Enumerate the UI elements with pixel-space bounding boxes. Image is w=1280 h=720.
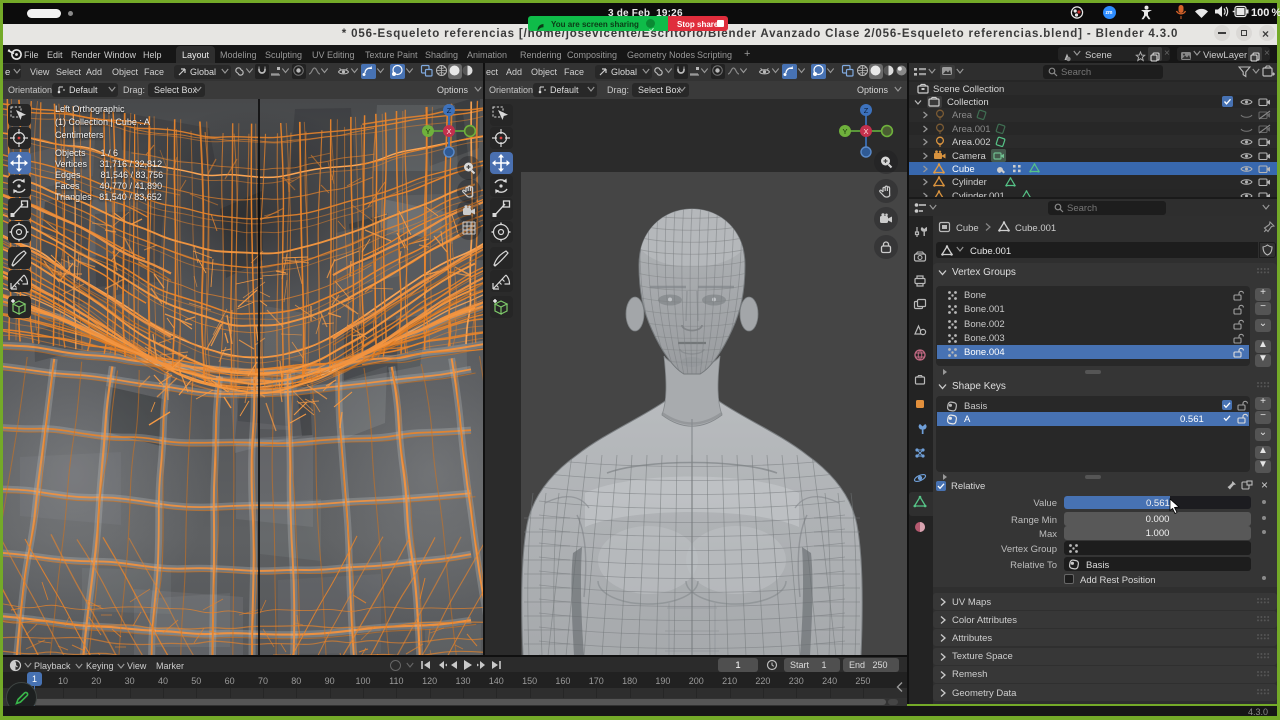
svg-text:Z: Z	[447, 106, 452, 115]
svg-text:X: X	[863, 127, 868, 136]
svg-text:Z: Z	[864, 106, 869, 115]
svg-text:Y: Y	[425, 127, 430, 136]
svg-text:Y: Y	[842, 127, 847, 136]
svg-text:X: X	[446, 127, 451, 136]
